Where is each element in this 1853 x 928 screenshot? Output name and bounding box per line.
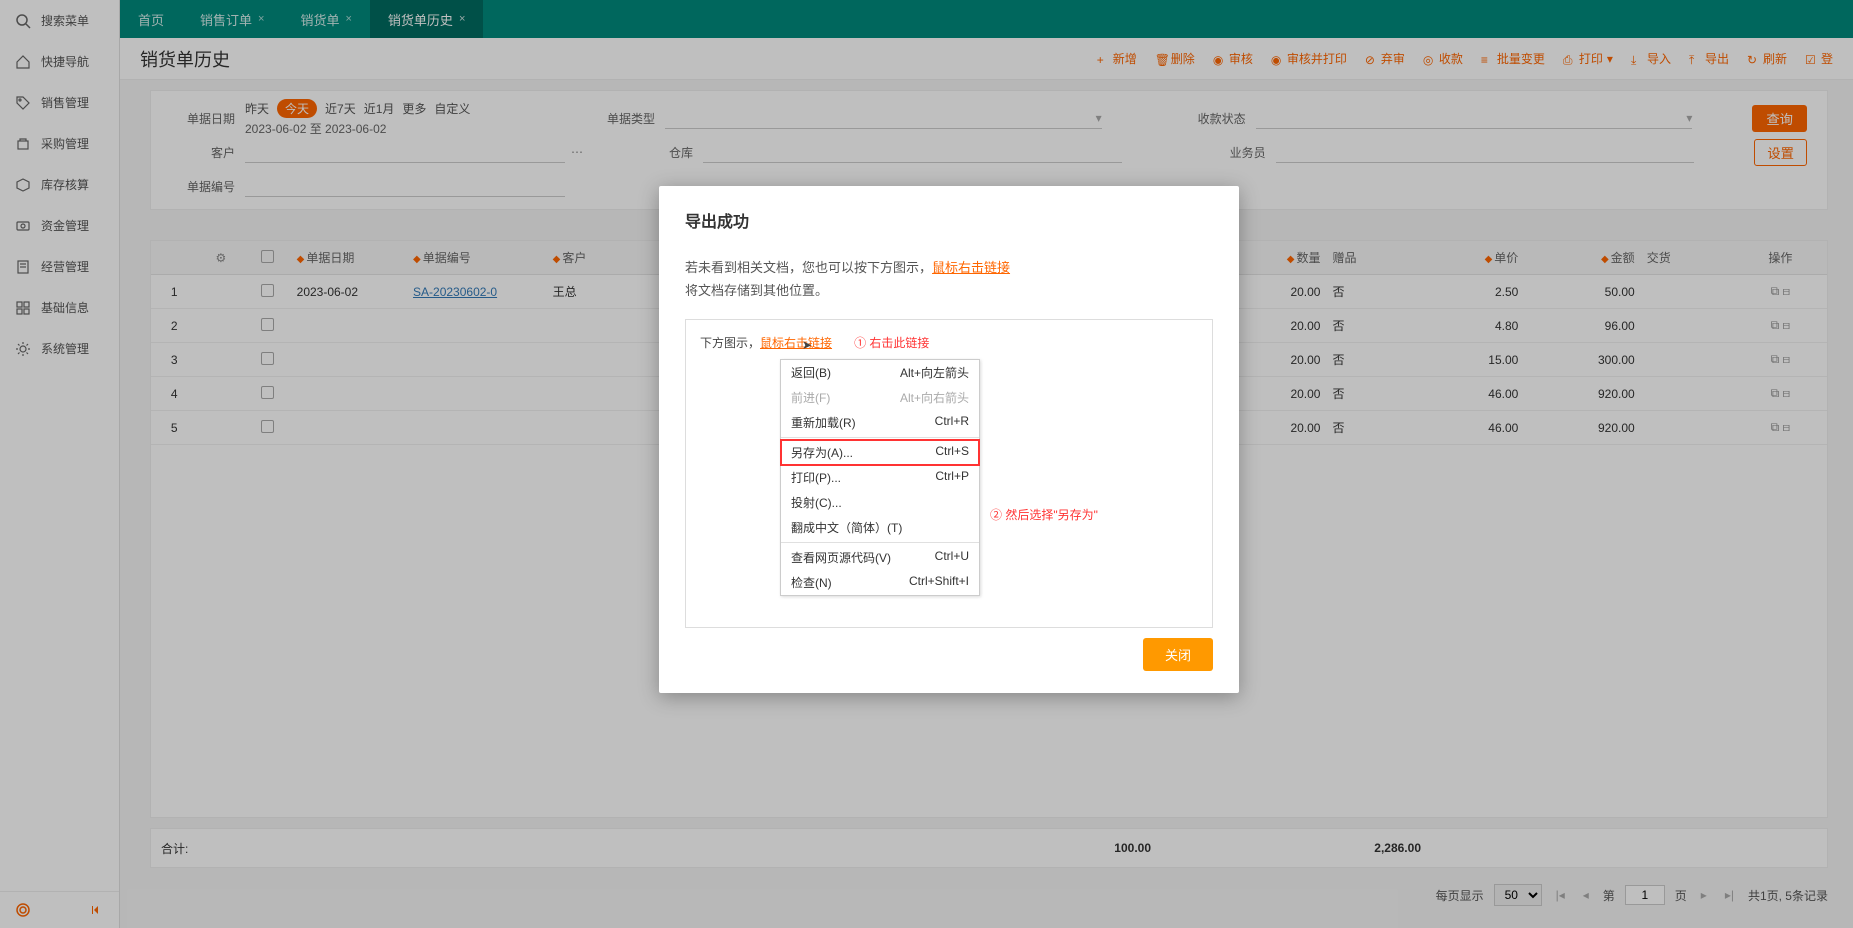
modal-title: 导出成功	[685, 208, 1213, 232]
context-menu-item: 检查(N)Ctrl+Shift+I	[781, 570, 979, 595]
context-menu-item: 查看网页源代码(V)Ctrl+U	[781, 545, 979, 570]
export-success-modal: 导出成功 若未看到相关文档，您也可以按下方图示，鼠标右击链接 将文档存储到其他位…	[659, 186, 1239, 693]
tip-prefix: 下方图示，	[700, 334, 760, 351]
modal-text: 若未看到相关文档，您也可以按下方图示，鼠标右击链接 将文档存储到其他位置。	[685, 256, 1213, 303]
annotation-2: ② 然后选择"另存为"	[990, 506, 1488, 523]
tip-link: 鼠标右击链接	[760, 334, 832, 351]
annotation-1: ① 右击此链接	[854, 334, 929, 351]
modal-instruction-image: 下方图示， 鼠标右击链接 ➤ ① 右击此链接 返回(B)Alt+向左箭头前进(F…	[685, 319, 1213, 628]
context-menu-item: 另存为(A)...Ctrl+S	[781, 440, 979, 465]
context-menu-item: 前进(F)Alt+向右箭头	[781, 385, 979, 410]
context-menu-item: 打印(P)...Ctrl+P	[781, 465, 979, 490]
context-menu-item: 翻成中文（简体）(T)	[781, 515, 979, 540]
context-menu-illustration: 返回(B)Alt+向左箭头前进(F)Alt+向右箭头重新加载(R)Ctrl+R 另…	[780, 359, 980, 596]
context-menu-item: 重新加载(R)Ctrl+R	[781, 410, 979, 435]
context-menu-item: 返回(B)Alt+向左箭头	[781, 360, 979, 385]
close-button[interactable]: 关闭	[1143, 638, 1213, 671]
context-menu-item: 投射(C)...	[781, 490, 979, 515]
modal-link[interactable]: 鼠标右击链接	[932, 260, 1010, 275]
cursor-icon: ➤	[802, 338, 812, 352]
